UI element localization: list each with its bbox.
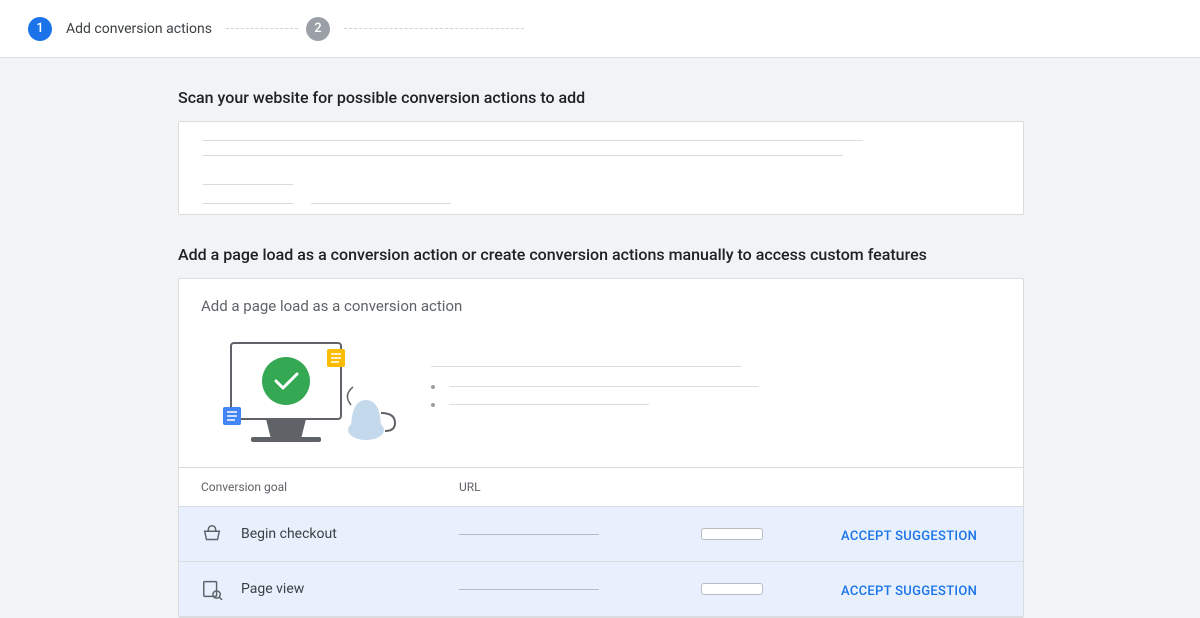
step-1[interactable]: 1 Add conversion actions xyxy=(28,17,212,41)
scan-title: Scan your website for possible conversio… xyxy=(178,88,1200,107)
add-title: Add a page load as a conversion action o… xyxy=(178,245,1200,264)
step-connector xyxy=(226,28,298,29)
checkout-icon xyxy=(201,523,241,545)
url-cell xyxy=(459,589,701,590)
placeholder-line xyxy=(459,534,599,535)
placeholder-line xyxy=(449,404,649,405)
step-2[interactable]: 2 xyxy=(306,17,330,41)
add-subtitle: Add a page load as a conversion action xyxy=(179,279,1023,325)
placeholder-line xyxy=(311,203,451,204)
placeholder-pill xyxy=(701,528,763,540)
placeholder-line xyxy=(431,366,741,367)
table-row: Begin checkout ACCEPT SUGGESTION xyxy=(179,507,1023,562)
stepper: 1 Add conversion actions 2 xyxy=(0,0,1200,58)
placeholder-line xyxy=(203,155,843,156)
url-cell xyxy=(459,534,701,535)
table-row: Page view ACCEPT SUGGESTION xyxy=(179,562,1023,617)
step-2-circle: 2 xyxy=(306,17,330,41)
add-card: Add a page load as a conversion action xyxy=(178,278,1024,618)
info-column xyxy=(431,360,1001,421)
suggestions-table: Conversion goal URL Begin checkout ACCEP… xyxy=(179,467,1023,617)
accept-suggestion-button[interactable]: ACCEPT SUGGESTION xyxy=(841,584,977,599)
bullet-icon xyxy=(431,385,435,389)
bullet-icon xyxy=(431,403,435,407)
scan-card xyxy=(178,121,1024,215)
step-1-circle: 1 xyxy=(28,17,52,41)
placeholder-line xyxy=(203,203,293,204)
step-1-label: Add conversion actions xyxy=(66,21,212,37)
goal-label: Begin checkout xyxy=(241,526,459,542)
content: Scan your website for possible conversio… xyxy=(0,58,1200,618)
table-header: Conversion goal URL xyxy=(179,467,1023,507)
placeholder-pill xyxy=(701,583,763,595)
goal-label: Page view xyxy=(241,581,459,597)
placeholder-line xyxy=(203,184,293,185)
pill-cell xyxy=(701,583,841,595)
step-connector-2 xyxy=(344,28,524,29)
header-url: URL xyxy=(459,480,1001,494)
accept-suggestion-button[interactable]: ACCEPT SUGGESTION xyxy=(841,529,977,544)
pill-cell xyxy=(701,528,841,540)
placeholder-line xyxy=(203,140,863,141)
placeholder-line xyxy=(449,386,759,387)
conversion-illustration xyxy=(201,335,401,445)
placeholder-line xyxy=(459,589,599,590)
header-goal: Conversion goal xyxy=(201,480,459,494)
page-view-icon xyxy=(201,578,241,600)
